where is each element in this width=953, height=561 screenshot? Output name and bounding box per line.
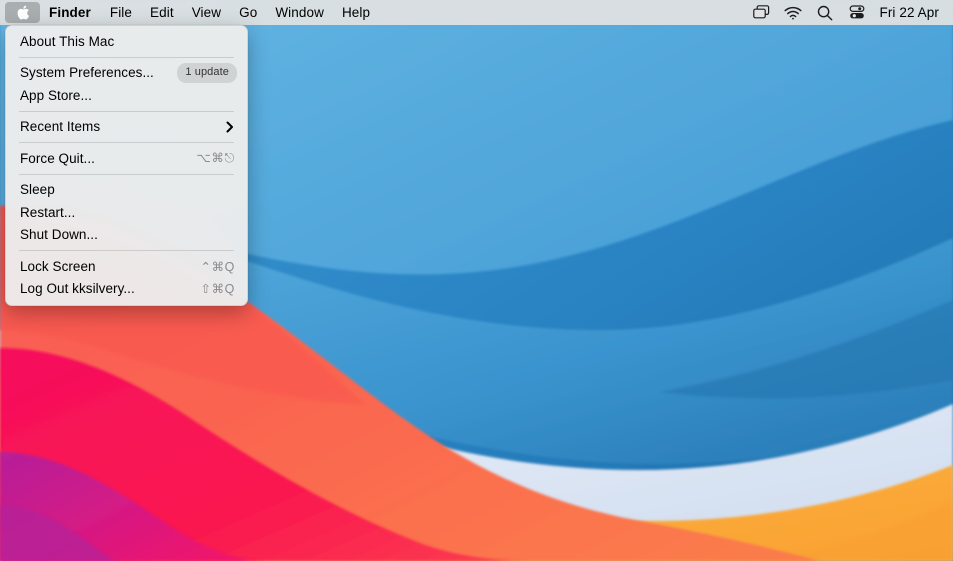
menu-item-lock-screen[interactable]: Lock Screen ⌃⌘Q xyxy=(6,255,247,278)
apple-logo-icon xyxy=(17,5,29,20)
wifi-button[interactable] xyxy=(778,2,808,23)
clock-label: Fri 22 Apr xyxy=(879,5,939,20)
menu-item-label: Lock Screen xyxy=(20,258,96,274)
menubar-item-label: Go xyxy=(239,5,258,20)
menu-item-log-out[interactable]: Log Out kksilvery... ⇧⌘Q xyxy=(6,278,247,301)
menubar-item-label: File xyxy=(109,5,133,20)
menubar-item-label: Edit xyxy=(150,5,174,20)
menubar-item-file[interactable]: File xyxy=(101,2,141,23)
menu-item-label: Sleep xyxy=(20,182,55,198)
menu-item-label: Restart... xyxy=(20,204,76,220)
menubar-item-label: Window xyxy=(275,5,324,20)
menu-bar-status-area: Fri 22 Apr xyxy=(746,0,953,25)
menubar-item-label: Finder xyxy=(49,5,91,20)
menu-bar-left: Finder File Edit View Go Window Help xyxy=(0,0,379,25)
menu-item-restart[interactable]: Restart... xyxy=(6,201,247,224)
menu-item-system-preferences[interactable]: System Preferences... 1 update xyxy=(6,62,247,85)
menu-item-shortcut: ⌥⌘⎋ xyxy=(196,151,235,166)
update-badge: 1 update xyxy=(177,62,237,83)
menu-separator xyxy=(19,56,234,58)
menu-item-label: System Preferences... xyxy=(20,65,154,81)
menu-separator xyxy=(19,142,234,143)
menu-item-sleep[interactable]: Sleep xyxy=(6,179,247,202)
menu-bar: Finder File Edit View Go Window Help Fri… xyxy=(0,0,953,25)
wifi-icon xyxy=(784,6,803,19)
menubar-item-go[interactable]: Go xyxy=(230,2,266,23)
screen-mirroring-icon xyxy=(753,5,770,19)
screen-mirroring-button[interactable] xyxy=(746,2,776,23)
menu-item-shortcut: ⌃⌘Q xyxy=(200,259,235,274)
menu-separator xyxy=(19,110,234,112)
menu-item-shut-down[interactable]: Shut Down... xyxy=(6,224,247,247)
menu-item-label: Recent Items xyxy=(20,119,101,135)
menubar-item-window[interactable]: Window xyxy=(266,2,333,23)
menu-separator xyxy=(19,173,234,175)
menu-item-shortcut: ⇧⌘Q xyxy=(200,282,235,297)
menubar-item-edit[interactable]: Edit xyxy=(141,2,183,23)
desktop: Finder File Edit View Go Window Help Fri… xyxy=(0,0,953,561)
menu-item-force-quit[interactable]: Force Quit... ⌥⌘⎋ xyxy=(6,147,247,170)
spotlight-search-button[interactable] xyxy=(810,2,840,23)
menubar-item-finder[interactable]: Finder xyxy=(41,2,101,23)
menu-item-about-this-mac[interactable]: About This Mac xyxy=(6,30,247,53)
control-center-icon xyxy=(850,5,865,19)
menu-item-recent-items[interactable]: Recent Items xyxy=(6,116,247,139)
menubar-item-label: View xyxy=(191,5,222,20)
menu-item-app-store[interactable]: App Store... xyxy=(6,84,247,107)
control-center-button[interactable] xyxy=(842,2,872,23)
spotlight-search-icon xyxy=(818,5,833,20)
menubar-item-label: Help xyxy=(341,5,371,20)
chevron-right-icon xyxy=(225,121,237,133)
apple-menu-button[interactable] xyxy=(5,2,40,23)
menubar-item-view[interactable]: View xyxy=(183,2,230,23)
menubar-clock[interactable]: Fri 22 Apr xyxy=(874,2,945,23)
menu-separator xyxy=(19,250,234,251)
menu-item-label: Shut Down... xyxy=(20,227,98,243)
menu-item-label: Force Quit... xyxy=(20,150,95,166)
menu-item-label: About This Mac xyxy=(20,33,115,49)
apple-dropdown-menu: About This Mac System Preferences... 1 u… xyxy=(5,25,248,306)
menu-item-label: App Store... xyxy=(20,87,92,103)
menu-item-label: Log Out kksilvery... xyxy=(20,281,135,297)
menubar-item-help[interactable]: Help xyxy=(333,2,379,23)
